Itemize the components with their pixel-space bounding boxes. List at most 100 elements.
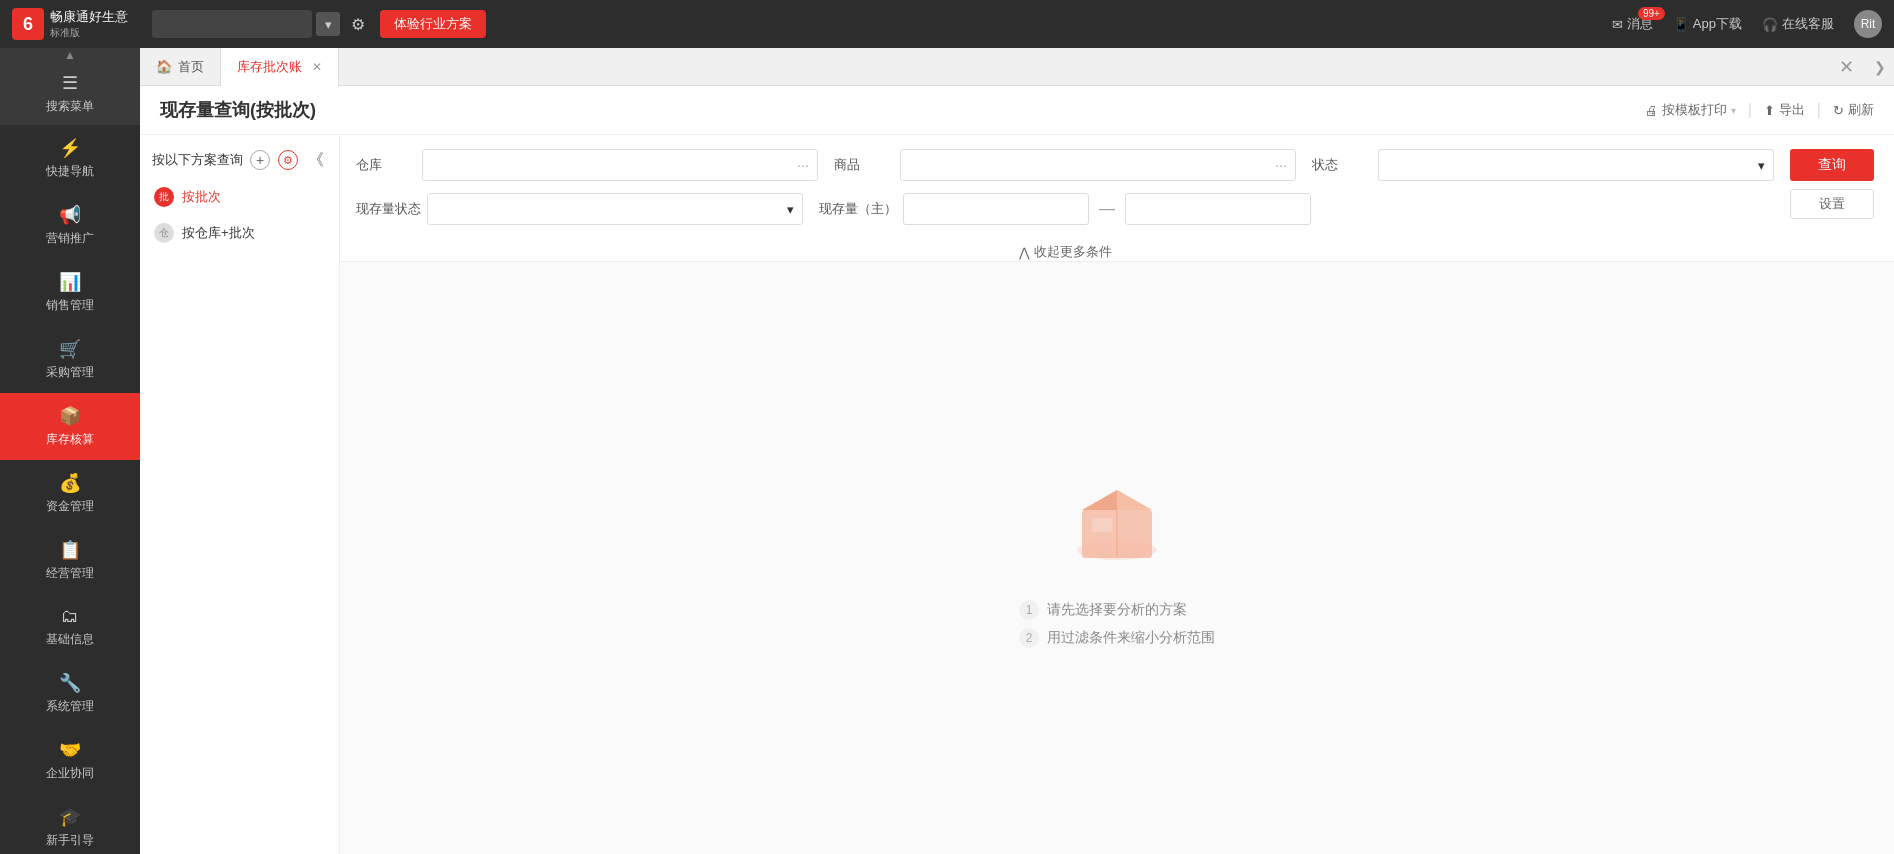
sidebar-item-purchase[interactable]: 🛒 采购管理	[0, 326, 140, 393]
user-menu[interactable]: Rit	[1854, 10, 1882, 38]
stock-amount-max-input[interactable]	[1125, 193, 1311, 225]
sidebar-item-label: 企业协同	[46, 765, 94, 782]
scheme-batch-icon: 批	[154, 187, 174, 207]
search-menu-icon: ☰	[62, 72, 78, 94]
sidebar-item-label: 库存核算	[46, 431, 94, 448]
stock-status-chevron: ▾	[787, 202, 794, 217]
sidebar-item-system[interactable]: 🔧 系统管理	[0, 660, 140, 727]
sidebar-item-label: 快捷导航	[46, 163, 94, 180]
scheme-by-batch[interactable]: 批 按批次	[140, 179, 339, 215]
close-panel-btn[interactable]: ✕	[1827, 56, 1866, 78]
sidebar-item-label: 营销推广	[46, 230, 94, 247]
sidebar-item-label: 系统管理	[46, 698, 94, 715]
results-area: 1 请先选择要分析的方案 2 用过滤条件来缩小分析范围	[340, 262, 1894, 854]
search-input[interactable]	[152, 10, 312, 38]
export-icon: ⬆	[1764, 103, 1775, 118]
sidebar-item-finance[interactable]: 💰 资金管理	[0, 460, 140, 527]
product-input[interactable]	[900, 149, 1296, 181]
home-icon: 🏠	[156, 59, 172, 74]
edition-label: 标准版	[50, 26, 116, 40]
search-area: ▾ ⚙	[152, 10, 372, 38]
sidebar-item-marketing[interactable]: 📢 营销推广	[0, 192, 140, 259]
sidebar-item-label: 基础信息	[46, 631, 94, 648]
refresh-icon: ↻	[1833, 103, 1844, 118]
export-btn[interactable]: ⬆ 导出	[1764, 101, 1805, 119]
headset-icon: 🎧	[1762, 17, 1778, 32]
sidebar-item-quick-nav[interactable]: ⚡ 快捷导航	[0, 125, 140, 192]
avatar: Rit	[1854, 10, 1882, 38]
collapse-bar[interactable]: ⋀ 收起更多条件	[356, 237, 1774, 261]
scheme-warehouse-batch-icon: 仓	[154, 223, 174, 243]
status-filter: 状态 ▾	[1312, 149, 1774, 181]
online-service-btn[interactable]: 🎧 在线客服	[1762, 15, 1834, 33]
sidebar-item-search-menu[interactable]: ☰ 搜索菜单	[0, 62, 140, 125]
scheme-settings-icon: ⚙	[278, 150, 298, 170]
main-layout: ▲ ☰ 搜索菜单 ⚡ 快捷导航 📢 营销推广 📊 销售管理 🛒 采购管理 📦 库…	[0, 48, 1894, 854]
sidebar-item-basic-info[interactable]: 🗂 基础信息	[0, 594, 140, 660]
experience-btn[interactable]: 体验行业方案	[380, 10, 486, 38]
sidebar-scroll-up[interactable]: ▲	[0, 48, 140, 62]
sales-icon: 📊	[59, 271, 81, 293]
query-btn[interactable]: 查询	[1790, 149, 1874, 181]
warehouse-more-btn[interactable]	[797, 157, 809, 173]
messages-badge: 99+	[1638, 7, 1665, 20]
right-content: 仓库 商品	[340, 135, 1894, 854]
status-label: 状态	[1312, 156, 1372, 174]
page-title: 现存量查询(按批次)	[160, 98, 316, 122]
sidebar-item-inventory[interactable]: 📦 库存核算	[0, 393, 140, 460]
filter-action-wrapper: 仓库 商品	[340, 135, 1894, 262]
refresh-btn[interactable]: ↻ 刷新	[1833, 101, 1874, 119]
page-header-actions: 🖨 按模板打印 ▾ | ⬆ 导出 | ↻ 刷新	[1645, 101, 1874, 119]
sidebar-item-label: 搜索菜单	[46, 98, 94, 115]
print-template-btn[interactable]: 🖨 按模板打印 ▾	[1645, 101, 1736, 119]
sidebar-item-label: 经营管理	[46, 565, 94, 582]
sidebar-item-enterprise[interactable]: 🤝 企业协同	[0, 727, 140, 794]
sidebar-item-label: 新手引导	[46, 832, 94, 849]
stock-status-filter: 现存量状态 ▾	[356, 193, 803, 225]
stock-status-select[interactable]: ▾	[427, 193, 803, 225]
sidebar-item-label: 资金管理	[46, 498, 94, 515]
messages-btn[interactable]: ✉ 消息 99+	[1612, 15, 1653, 33]
search-dropdown-btn[interactable]: ▾	[316, 12, 340, 36]
product-more-btn[interactable]	[1275, 157, 1287, 173]
step-num-2: 2	[1019, 628, 1039, 648]
company-name: 畅康通好生意	[50, 8, 128, 26]
product-label: 商品	[834, 156, 894, 174]
warehouse-input[interactable]	[422, 149, 818, 181]
left-panel-header: 按以下方案查询 + ⚙ 《	[140, 145, 339, 179]
scheme-warehouse-batch-label: 按仓库+批次	[182, 224, 255, 242]
add-scheme-btn[interactable]: +	[249, 149, 271, 171]
empty-step-2: 2 用过滤条件来缩小分析范围	[1019, 628, 1215, 648]
tab-inventory-batch[interactable]: 库存批次账 ✕	[221, 48, 339, 86]
print-icon: 🖨	[1645, 103, 1658, 118]
tab-close-btn[interactable]: ✕	[312, 60, 322, 74]
step-num-1: 1	[1019, 600, 1039, 620]
sidebar-item-operation[interactable]: 📋 经营管理	[0, 527, 140, 594]
scheme-by-warehouse-batch[interactable]: 仓 按仓库+批次	[140, 215, 339, 251]
purchase-icon: 🛒	[59, 338, 81, 360]
filter-row-1: 仓库 商品	[356, 149, 1774, 181]
empty-illustration	[1057, 460, 1177, 580]
panel-collapse-btn[interactable]: 《	[305, 149, 327, 171]
status-dropdown[interactable]: ▾	[1378, 149, 1774, 181]
sidebar-item-label: 采购管理	[46, 364, 94, 381]
topbar-settings-btn[interactable]: ⚙	[344, 10, 372, 38]
filter-dash: —	[1099, 200, 1115, 218]
svg-rect-4	[1092, 518, 1112, 532]
expand-panel-btn[interactable]: ❯	[1866, 59, 1894, 75]
warehouse-filter: 仓库	[356, 149, 818, 181]
app-download-btn[interactable]: 📱 App下载	[1673, 15, 1742, 33]
settings-btn[interactable]: 设置	[1790, 189, 1874, 219]
tab-home[interactable]: 🏠 首页	[140, 48, 221, 86]
stock-amount-min-input[interactable]	[903, 193, 1089, 225]
left-panel-header-actions: + ⚙ 《	[249, 149, 327, 171]
sidebar-item-sales[interactable]: 📊 销售管理	[0, 259, 140, 326]
scheme-batch-label: 按批次	[182, 188, 221, 206]
filter-row-2: 现存量状态 ▾ 现存量（主） —	[356, 193, 1774, 225]
collapse-label: 收起更多条件	[1034, 243, 1112, 261]
sidebar-item-new-guide[interactable]: 🎓 新手引导	[0, 794, 140, 854]
system-icon: 🔧	[59, 672, 81, 694]
panel-collapse-icon: 《	[308, 150, 324, 171]
scheme-settings-btn[interactable]: ⚙	[277, 149, 299, 171]
enterprise-icon: 🤝	[59, 739, 81, 761]
